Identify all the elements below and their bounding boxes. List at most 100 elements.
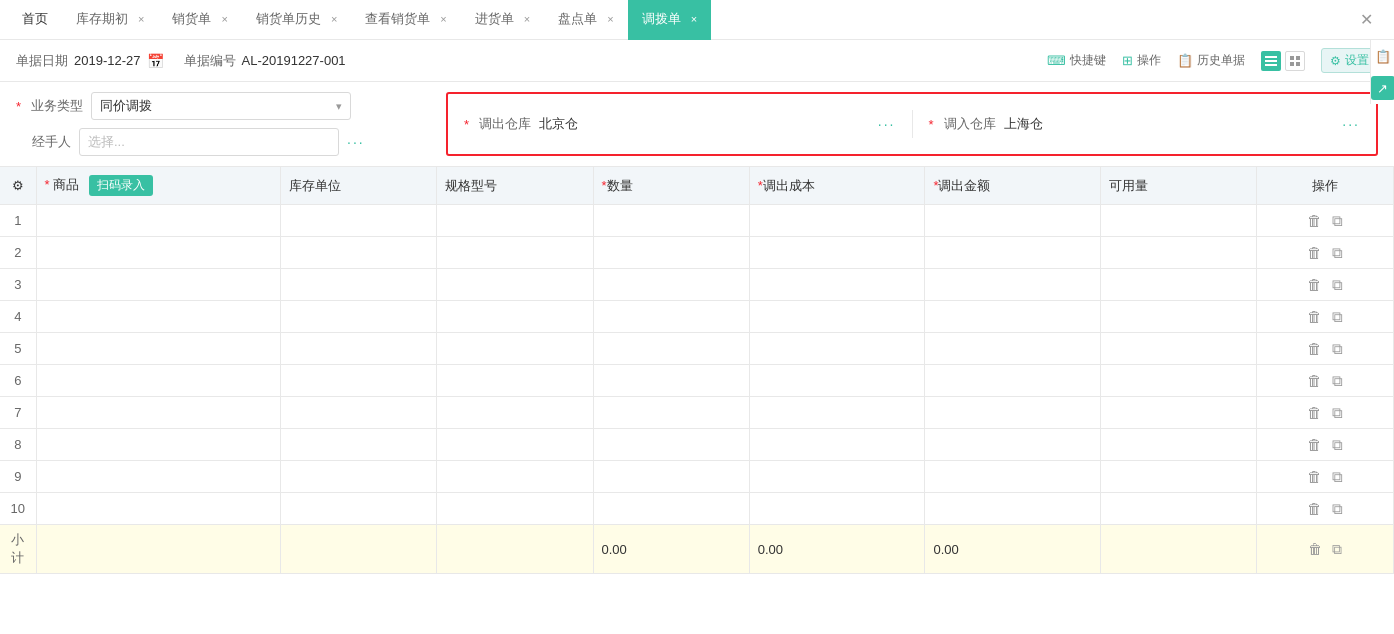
tab-purchase-close[interactable]: × [524, 13, 530, 25]
row-copy-icon[interactable]: ⧉ [1332, 308, 1343, 325]
row-cost[interactable] [749, 301, 925, 333]
row-qty[interactable] [593, 269, 749, 301]
row-copy-icon[interactable]: ⧉ [1332, 436, 1343, 453]
subtotal-delete-icon[interactable]: 🗑 [1308, 541, 1322, 557]
history-action[interactable]: 📋 历史单据 [1177, 52, 1245, 69]
tab-stocktake-close[interactable]: × [607, 13, 613, 25]
tab-stocktake[interactable]: 盘点单 × [544, 0, 627, 40]
handler-more-btn[interactable]: ··· [347, 134, 365, 150]
row-product[interactable] [36, 397, 281, 429]
source-wh-more-btn[interactable]: ··· [878, 116, 896, 132]
row-qty[interactable] [593, 365, 749, 397]
tab-sales-history[interactable]: 销货单历史 × [242, 0, 351, 40]
tab-transfer-close[interactable]: × [691, 13, 697, 25]
row-cost[interactable] [749, 429, 925, 461]
row-product[interactable] [36, 333, 281, 365]
tab-view-sales-close[interactable]: × [440, 13, 446, 25]
row-product[interactable] [36, 461, 281, 493]
sidebar-export-icon[interactable]: ↗ [1371, 76, 1395, 100]
row-amount[interactable] [925, 493, 1101, 525]
row-cost[interactable] [749, 493, 925, 525]
row-delete-icon[interactable]: 🗑 [1307, 276, 1322, 293]
row-delete-icon[interactable]: 🗑 [1307, 308, 1322, 325]
settings-icon: ⚙ [1330, 54, 1341, 68]
row-copy-icon[interactable]: ⧉ [1332, 212, 1343, 229]
row-number: 10 [0, 493, 36, 525]
row-qty[interactable] [593, 397, 749, 429]
row-amount[interactable] [925, 301, 1101, 333]
row-product[interactable] [36, 301, 281, 333]
row-qty[interactable] [593, 301, 749, 333]
row-delete-icon[interactable]: 🗑 [1307, 436, 1322, 453]
tab-purchase[interactable]: 进货单 × [461, 0, 544, 40]
row-copy-icon[interactable]: ⧉ [1332, 404, 1343, 421]
tab-view-sales[interactable]: 查看销货单 × [351, 0, 460, 40]
row-cost[interactable] [749, 333, 925, 365]
row-cost[interactable] [749, 237, 925, 269]
row-copy-icon[interactable]: ⧉ [1332, 276, 1343, 293]
row-copy-icon[interactable]: ⧉ [1332, 244, 1343, 261]
row-copy-icon[interactable]: ⧉ [1332, 500, 1343, 517]
shortcut-action[interactable]: ⌨ 快捷键 [1047, 52, 1106, 69]
row-cost[interactable] [749, 205, 925, 237]
tab-sales-order[interactable]: 销货单 × [158, 0, 241, 40]
sidebar-note-icon[interactable]: 📋 [1371, 44, 1395, 68]
row-amount[interactable] [925, 333, 1101, 365]
row-qty[interactable] [593, 461, 749, 493]
row-cost[interactable] [749, 269, 925, 301]
row-amount[interactable] [925, 397, 1101, 429]
tab-sales-history-close[interactable]: × [331, 13, 337, 25]
row-copy-icon[interactable]: ⧉ [1332, 468, 1343, 485]
tab-sales-order-close[interactable]: × [221, 13, 227, 25]
tab-inventory-init-close[interactable]: × [138, 13, 144, 25]
row-delete-icon[interactable]: 🗑 [1307, 244, 1322, 261]
row-cost[interactable] [749, 461, 925, 493]
tab-inventory-init[interactable]: 库存期初 × [62, 0, 158, 40]
row-delete-icon[interactable]: 🗑 [1307, 500, 1322, 517]
row-delete-icon[interactable]: 🗑 [1307, 212, 1322, 229]
handler-label: 经手人 [32, 133, 71, 151]
tab-sales-order-label: 销货单 [172, 10, 211, 28]
tab-home[interactable]: 首页 [8, 0, 62, 40]
row-amount[interactable] [925, 205, 1101, 237]
row-copy-icon[interactable]: ⧉ [1332, 340, 1343, 357]
calendar-icon[interactable]: 📅 [147, 53, 164, 69]
row-qty[interactable] [593, 333, 749, 365]
row-qty[interactable] [593, 493, 749, 525]
th-settings[interactable]: ⚙ [0, 167, 36, 205]
row-amount[interactable] [925, 365, 1101, 397]
row-cost[interactable] [749, 365, 925, 397]
handler-select[interactable]: 选择... [79, 128, 339, 156]
window-close-button[interactable]: ✕ [1346, 0, 1386, 40]
row-product[interactable] [36, 429, 281, 461]
row-delete-icon[interactable]: 🗑 [1307, 468, 1322, 485]
warehouse-divider [912, 110, 913, 138]
row-qty[interactable] [593, 237, 749, 269]
row-product[interactable] [36, 269, 281, 301]
row-product[interactable] [36, 365, 281, 397]
row-number: 3 [0, 269, 36, 301]
row-product[interactable] [36, 493, 281, 525]
row-product[interactable] [36, 205, 281, 237]
row-delete-icon[interactable]: 🗑 [1307, 404, 1322, 421]
row-qty[interactable] [593, 429, 749, 461]
row-amount[interactable] [925, 429, 1101, 461]
list-view-btn[interactable] [1261, 51, 1281, 71]
row-product[interactable] [36, 237, 281, 269]
target-wh-more-btn[interactable]: ··· [1342, 116, 1360, 132]
scan-input-btn[interactable]: 扫码录入 [89, 175, 153, 196]
grid-view-btn[interactable] [1285, 51, 1305, 71]
row-delete-icon[interactable]: 🗑 [1307, 340, 1322, 357]
svg-rect-1 [1265, 60, 1277, 62]
tab-transfer[interactable]: 调拨单 × [628, 0, 711, 40]
subtotal-copy-icon[interactable]: ⧉ [1332, 541, 1342, 557]
row-amount[interactable] [925, 237, 1101, 269]
row-amount[interactable] [925, 461, 1101, 493]
row-amount[interactable] [925, 269, 1101, 301]
row-delete-icon[interactable]: 🗑 [1307, 372, 1322, 389]
row-copy-icon[interactable]: ⧉ [1332, 372, 1343, 389]
operate-action[interactable]: ⊞ 操作 [1122, 52, 1161, 69]
row-cost[interactable] [749, 397, 925, 429]
row-qty[interactable] [593, 205, 749, 237]
business-type-select[interactable]: 同价调拨 ▾ [91, 92, 351, 120]
